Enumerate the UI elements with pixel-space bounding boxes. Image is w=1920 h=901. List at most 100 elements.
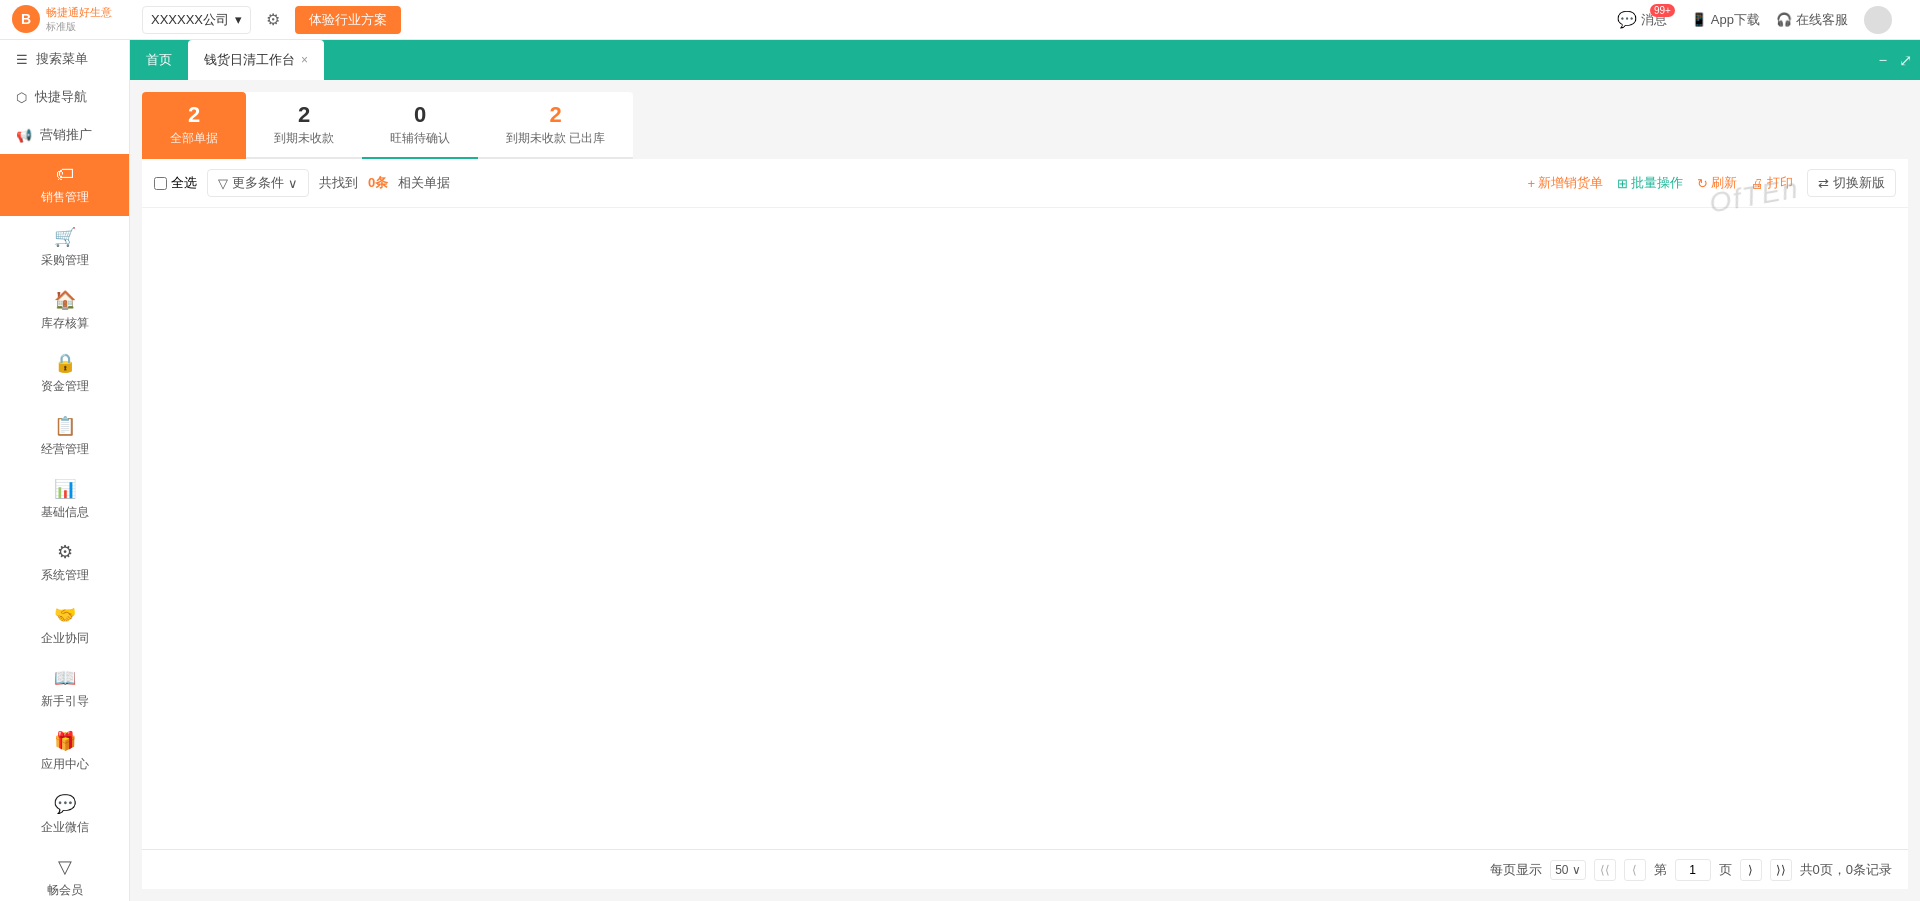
sidebar-item-wechat[interactable]: 💬 企业微信: [0, 783, 129, 846]
page-size-value: 50: [1555, 863, 1568, 877]
total-records: 共0页，0条记录: [1800, 861, 1892, 879]
stat-all-label: 全部单据: [170, 130, 218, 147]
switch-version-button[interactable]: ⇄ 切换新版: [1807, 169, 1896, 197]
filter-button[interactable]: ▽ 更多条件 ∨: [207, 169, 309, 197]
page-size-prefix: 每页显示: [1490, 861, 1542, 879]
company-select[interactable]: XXXXXX公司 ▾: [142, 6, 251, 34]
batch-button[interactable]: ⊞ 批量操作: [1617, 174, 1683, 192]
trial-button[interactable]: 体验行业方案: [295, 6, 401, 34]
first-page-icon: ⟨⟨: [1600, 863, 1610, 877]
online-service-button[interactable]: 🎧 在线客服: [1776, 11, 1848, 29]
table-area: [142, 208, 1908, 849]
maximize-icon[interactable]: ⤢: [1899, 51, 1912, 70]
prev-page-icon: ⟨: [1632, 863, 1637, 877]
app-download-button[interactable]: 📱 App下载: [1691, 11, 1760, 29]
page-size-select[interactable]: 50 ∨: [1550, 860, 1585, 880]
select-all-text: 全选: [171, 174, 197, 192]
page-content: 2 全部单据 2 到期未收款 0 旺辅待确认 2 到期未收款 已出库: [130, 80, 1920, 901]
message-badge: 99+: [1650, 4, 1675, 17]
refresh-button[interactable]: ↻ 刷新: [1697, 174, 1737, 192]
sidebar-item-appcenter[interactable]: 🎁 应用中心: [0, 720, 129, 783]
refresh-label: 刷新: [1711, 174, 1737, 192]
message-icon: 💬: [1617, 10, 1637, 29]
inventory-icon: 🏠: [54, 289, 76, 311]
prev-page-button[interactable]: ⟨: [1624, 859, 1646, 881]
sidebar-item-basicinfo[interactable]: 📊 基础信息: [0, 468, 129, 531]
stat-shipped-label: 到期未收款 已出库: [506, 130, 605, 147]
user-avatar[interactable]: [1864, 6, 1892, 34]
settings-button[interactable]: ⚙: [259, 6, 287, 34]
guide-icon: 📖: [54, 667, 76, 689]
sidebar-item-search[interactable]: ☰ 搜索菜单: [0, 40, 129, 78]
marketing-label: 营销推广: [40, 126, 92, 144]
stat-pending-label: 旺辅待确认: [390, 130, 450, 147]
sidebar: ☰ 搜索菜单 ⬡ 快捷导航 📢 营销推广 🏷 销售管理 🛒 采购管理 🏠 库存核…: [0, 40, 130, 901]
page-suffix: 页: [1719, 861, 1732, 879]
last-page-button[interactable]: ⟩⟩: [1770, 859, 1792, 881]
logo-sub: 标准版: [46, 20, 112, 34]
sidebar-item-guide[interactable]: 📖 新手引导: [0, 657, 129, 720]
basicinfo-icon: 📊: [54, 478, 76, 500]
stat-tab-all[interactable]: 2 全部单据: [142, 92, 246, 159]
select-all-label[interactable]: 全选: [154, 174, 197, 192]
inventory-label: 库存核算: [41, 315, 89, 332]
stat-all-num: 2: [170, 102, 218, 128]
sidebar-item-funds[interactable]: 🔒 资金管理: [0, 342, 129, 405]
next-page-icon: ⟩: [1748, 863, 1753, 877]
batch-label: 批量操作: [1631, 174, 1683, 192]
tab-close-icon[interactable]: ×: [301, 53, 308, 67]
stat-pending-num: 0: [390, 102, 450, 128]
app-download-label: App下载: [1711, 11, 1760, 29]
sidebar-item-member[interactable]: ▽ 畅会员: [0, 846, 129, 901]
stat-tab-pending[interactable]: 0 旺辅待确认: [362, 92, 478, 159]
filter-icon: ▽: [218, 176, 228, 191]
online-service-label: 在线客服: [1796, 11, 1848, 29]
member-icon: ▽: [58, 856, 72, 878]
content-area: 首页 钱货日清工作台 × － ⤢ 2 全部单据 2 到期未收款: [130, 40, 1920, 901]
tab-workbench-label: 钱货日清工作台: [204, 51, 295, 69]
print-button[interactable]: 🖨 打印: [1751, 174, 1793, 192]
tab-bar-right: － ⤢: [1875, 50, 1920, 71]
operations-label: 经营管理: [41, 441, 89, 458]
sidebar-item-system[interactable]: ⚙ 系统管理: [0, 531, 129, 594]
last-page-icon: ⟩⟩: [1776, 863, 1786, 877]
search-icon: ☰: [16, 52, 28, 67]
stat-tab-overdue[interactable]: 2 到期未收款: [246, 92, 362, 159]
next-page-button[interactable]: ⟩: [1740, 859, 1762, 881]
sidebar-item-sales[interactable]: 🏷 销售管理: [0, 154, 129, 216]
logo-text-area: 畅捷通好生意 标准版: [46, 5, 112, 33]
top-bar: B 畅捷通好生意 标准版 XXXXXX公司 ▾ ⚙ 体验行业方案 💬 消息 99…: [0, 0, 1920, 40]
messages-button[interactable]: 💬 消息 99+: [1617, 10, 1667, 29]
top-right: 💬 消息 99+ 📱 App下载 🎧 在线客服: [1617, 6, 1908, 34]
batch-icon: ⊞: [1617, 176, 1628, 191]
refresh-icon: ↻: [1697, 176, 1708, 191]
switch-label: 切换新版: [1833, 174, 1885, 192]
sidebar-item-inventory[interactable]: 🏠 库存核算: [0, 279, 129, 342]
wechat-icon: 💬: [54, 793, 76, 815]
filter-chevron-icon: ∨: [288, 176, 298, 191]
wechat-label: 企业微信: [41, 819, 89, 836]
sidebar-item-quick-nav[interactable]: ⬡ 快捷导航: [0, 78, 129, 116]
purchase-icon: 🛒: [54, 226, 76, 248]
sidebar-item-cooperation[interactable]: 🤝 企业协同: [0, 594, 129, 657]
page-number-input[interactable]: [1675, 859, 1711, 881]
minimize-icon[interactable]: －: [1875, 50, 1891, 71]
print-icon: 🖨: [1751, 176, 1764, 191]
stats-tabs: 2 全部单据 2 到期未收款 0 旺辅待确认 2 到期未收款 已出库: [142, 92, 633, 159]
stat-tab-shipped[interactable]: 2 到期未收款 已出库: [478, 92, 633, 159]
add-sale-button[interactable]: + 新增销货单: [1527, 174, 1603, 192]
stat-overdue-num: 2: [274, 102, 334, 128]
gear-icon: ⚙: [266, 10, 280, 29]
toolbar-right: + 新增销货单 ⊞ 批量操作 ↻ 刷新 🖨 打印: [1527, 169, 1896, 197]
sidebar-item-marketing[interactable]: 📢 营销推广: [0, 116, 129, 154]
tab-home[interactable]: 首页: [130, 40, 188, 80]
sidebar-item-purchase[interactable]: 🛒 采购管理: [0, 216, 129, 279]
print-label: 打印: [1767, 174, 1793, 192]
tab-workbench[interactable]: 钱货日清工作台 ×: [188, 40, 324, 80]
select-all-checkbox[interactable]: [154, 177, 167, 190]
first-page-button[interactable]: ⟨⟨: [1594, 859, 1616, 881]
funds-label: 资金管理: [41, 378, 89, 395]
sidebar-item-operations[interactable]: 📋 经营管理: [0, 405, 129, 468]
page-label: 第: [1654, 861, 1667, 879]
pagination-bar: 每页显示 50 ∨ ⟨⟨ ⟨ 第 页 ⟩ ⟩⟩: [142, 849, 1908, 889]
